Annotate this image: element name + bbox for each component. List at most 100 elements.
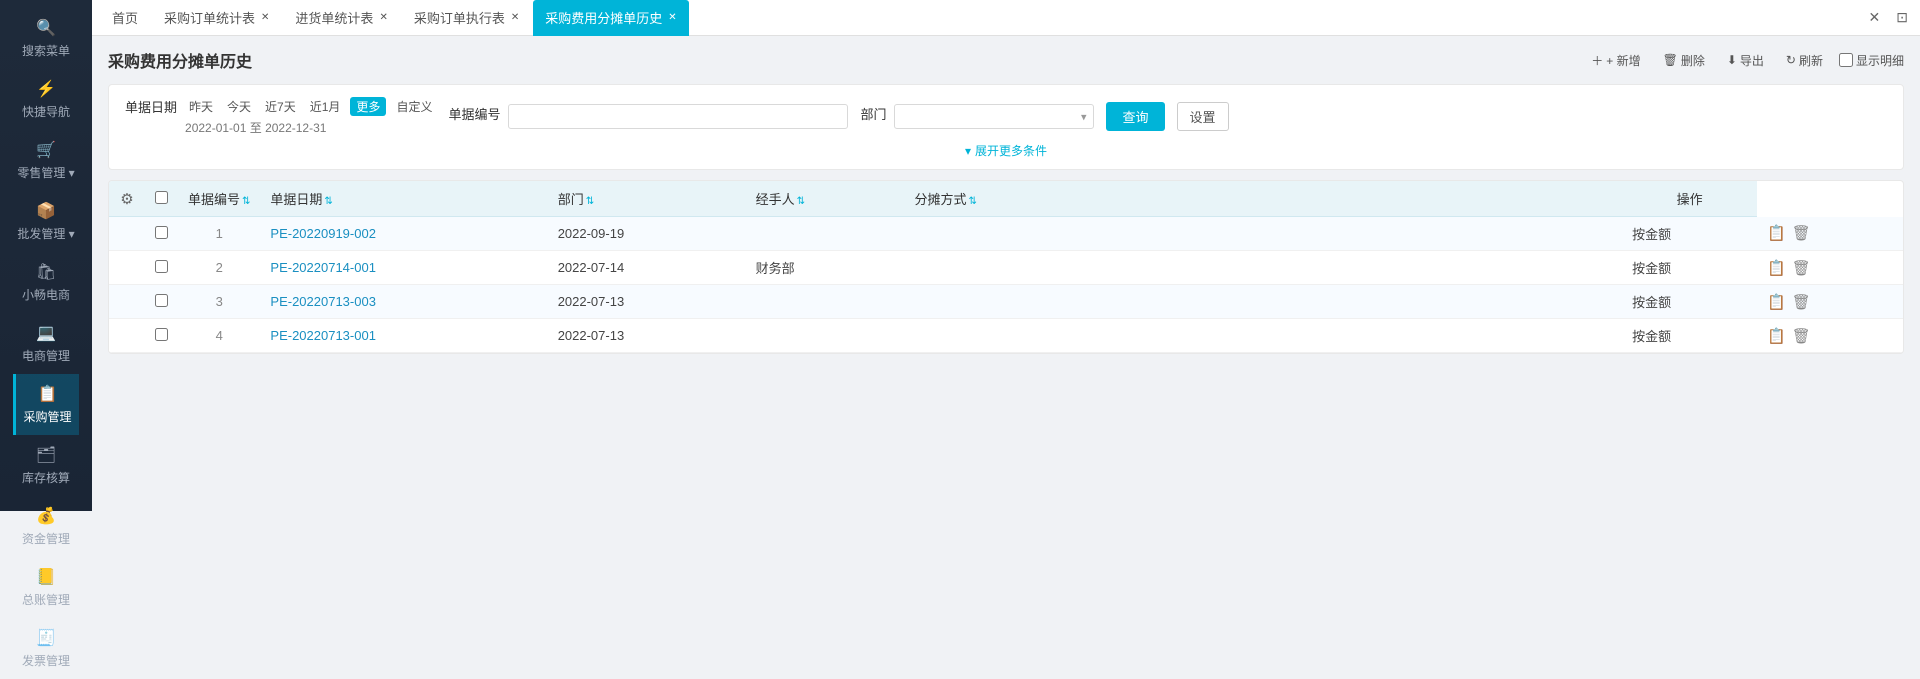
date-filter-group: 单据日期 昨天 今天 近7天 近1月 更多 自定义 2022-01-01 至 2… [125, 97, 436, 136]
row-actions-2: 📋 🗑 [1757, 285, 1903, 319]
tab-close-purchase-cost-split[interactable]: ✕ [668, 12, 676, 23]
row-checkbox-0 [145, 217, 178, 251]
tab-label-purchase-cost-split: 采购费用分摊单历史 [545, 8, 662, 27]
sidebar-item-wholesale-mgmt[interactable]: 📦批发管理 ▾ [13, 191, 78, 252]
delete-button[interactable]: 🗑 删除 [1657, 49, 1711, 72]
row-actions-0: 📋 🗑 [1757, 217, 1903, 251]
sidebar-item-capital-mgmt[interactable]: 💰资金管理 [13, 496, 78, 557]
col-doc-date-header: 单据日期⇅ [260, 181, 547, 217]
sidebar-item-purchase-mgmt[interactable]: 📋采购管理 [13, 374, 78, 435]
more-shortcut[interactable]: 更多 [350, 97, 386, 116]
row-delete-icon-2[interactable]: 🗑 [1792, 293, 1811, 311]
today-shortcut[interactable]: 今天 [223, 97, 255, 116]
custom-shortcut[interactable]: 自定义 [392, 97, 436, 116]
tab-close-purchase-order-exec[interactable]: ✕ [511, 12, 519, 23]
table-row: 4 PE-20220713-001 2022-07-13 按金额 📋 🗑 [109, 319, 1903, 353]
show-col-checkbox[interactable] [1839, 53, 1853, 67]
tab-close-goods-in-stat[interactable]: ✕ [379, 12, 387, 23]
sidebar-item-label: 发票管理 [22, 652, 70, 669]
sidebar-item-quick-nav[interactable]: ⚡快捷导航 [13, 69, 78, 130]
row-edit-icon-1[interactable]: 📋 [1767, 259, 1786, 277]
last1m-shortcut[interactable]: 近1月 [306, 97, 345, 116]
row-delete-icon-0[interactable]: 🗑 [1792, 224, 1811, 242]
close-window-button[interactable]: ✕ [1865, 7, 1885, 28]
general-ledger-icon: 📒 [36, 567, 56, 587]
refresh-button[interactable]: ↻ 刷新 [1780, 49, 1829, 72]
row-check-0[interactable] [155, 226, 168, 239]
dept-select-wrap [894, 104, 1094, 129]
sort-icon-handler[interactable]: ⇅ [797, 196, 805, 207]
doc-no-link-3[interactable]: PE-20220713-001 [270, 328, 376, 343]
setting-button[interactable]: 设置 [1177, 102, 1229, 131]
export-button[interactable]: ⬇ 导出 [1721, 49, 1770, 72]
sort-icon-doc-date[interactable]: ⇅ [324, 196, 332, 207]
row-edit-icon-0[interactable]: 📋 [1767, 224, 1786, 242]
sidebar-item-search-menu[interactable]: 🔍搜索菜单 [13, 8, 78, 69]
doc-no-filter-group: 单据编号 [448, 104, 848, 129]
row-doc-date-2: 2022-07-13 [548, 285, 746, 319]
tab-purchase-order-exec[interactable]: 采购订单执行表✕ [402, 0, 531, 36]
sort-icon-doc-no[interactable]: ⇅ [242, 196, 250, 207]
sidebar-item-label: 搜索菜单 [22, 42, 70, 59]
row-settings-3 [109, 319, 145, 353]
data-table-wrap: ⚙ 单据编号⇅ 单据日期⇅ 部门⇅ 经手人⇅ 分摊方式⇅ 操作 1 PE-202… [108, 180, 1904, 354]
row-edit-icon-3[interactable]: 📋 [1767, 327, 1786, 345]
page-title: 采购费用分摊单历史 [108, 48, 252, 72]
sidebar-item-inventory[interactable]: 🗂 库存核算 [13, 435, 78, 496]
sidebar-item-label: 电商管理 [22, 347, 70, 364]
inventory-icon: 🗂 [36, 445, 56, 465]
tab-home[interactable]: 首页 [100, 0, 150, 36]
row-check-1[interactable] [155, 260, 168, 273]
row-edit-icon-2[interactable]: 📋 [1767, 293, 1786, 311]
sidebar-item-ecom-mgmt[interactable]: 💻 电商管理 [13, 313, 78, 374]
sidebar-item-invoice-mgmt[interactable]: 🧾发票管理 [13, 618, 78, 679]
main-content: 首页采购订单统计表✕进货单统计表✕采购订单执行表✕采购费用分摊单历史✕ ✕ ⊡ … [92, 0, 1920, 511]
sidebar-item-label: 采购管理 [23, 408, 71, 425]
content-area: 采购费用分摊单历史 ＋ + 新增 🗑 删除 ⬇ 导出 ↻ 刷新 [92, 36, 1920, 511]
col-split-method-header: 分摊方式⇅ [904, 181, 1622, 217]
sidebar-item-small-ecom[interactable]: 🛍小畅电商 [13, 252, 78, 313]
dept-select[interactable] [894, 104, 1094, 129]
export-icon: ⬇ [1727, 53, 1737, 67]
sidebar-item-general-ledger[interactable]: 📒总账管理 [13, 557, 78, 618]
tab-close-purchase-order-stat[interactable]: ✕ [261, 12, 269, 23]
dept-label: 部门 [860, 104, 886, 123]
add-button[interactable]: ＋ + 新增 [1585, 49, 1646, 72]
sidebar: 🔍搜索菜单⚡快捷导航🛒零售管理 ▾📦批发管理 ▾🛍小畅电商💻电商管理📋采购管理🗂… [0, 0, 92, 511]
row-delete-icon-3[interactable]: 🗑 [1792, 327, 1811, 345]
tab-purchase-order-stat[interactable]: 采购订单统计表✕ [152, 0, 281, 36]
row-checkbox-3 [145, 319, 178, 353]
sidebar-item-label: 库存核算 [22, 469, 70, 486]
row-settings-0 [109, 217, 145, 251]
ecom-mgmt-icon: 💻 [36, 323, 56, 343]
settings-icon[interactable]: ⚙ [120, 191, 133, 208]
row-delete-icon-1[interactable]: 🗑 [1792, 259, 1811, 277]
last7-shortcut[interactable]: 近7天 [261, 97, 300, 116]
yesterday-shortcut[interactable]: 昨天 [185, 97, 217, 116]
maximize-window-button[interactable]: ⊡ [1892, 7, 1912, 28]
row-split-method-0: 按金额 [1622, 217, 1757, 251]
doc-no-input[interactable] [508, 104, 848, 129]
doc-no-link-1[interactable]: PE-20220714-001 [270, 260, 376, 275]
row-check-2[interactable] [155, 294, 168, 307]
doc-no-link-2[interactable]: PE-20220713-003 [270, 294, 376, 309]
tab-label-home: 首页 [112, 8, 138, 27]
row-handler-0 [904, 217, 1622, 251]
row-num-0: 1 [178, 217, 260, 251]
query-button[interactable]: 查询 [1106, 102, 1164, 131]
sort-icon-split-method[interactable]: ⇅ [968, 196, 976, 207]
col-settings-header[interactable]: ⚙ [109, 181, 145, 217]
tab-goods-in-stat[interactable]: 进货单统计表✕ [283, 0, 399, 36]
data-table: ⚙ 单据编号⇅ 单据日期⇅ 部门⇅ 经手人⇅ 分摊方式⇅ 操作 1 PE-202… [109, 181, 1903, 353]
tab-purchase-cost-split[interactable]: 采购费用分摊单历史 ✕ [533, 0, 688, 36]
sidebar-item-label: 零售管理 ▾ [17, 164, 74, 181]
row-num-3: 4 [178, 319, 260, 353]
row-doc-no-2: PE-20220713-003 [260, 285, 547, 319]
expand-conditions-button[interactable]: ▾ 展开更多条件 [965, 142, 1047, 159]
sort-icon-dept[interactable]: ⇅ [586, 196, 594, 207]
sidebar-item-retail-mgmt[interactable]: 🛒零售管理 ▾ [13, 130, 78, 191]
select-all-checkbox[interactable] [155, 191, 168, 204]
doc-no-link-0[interactable]: PE-20220919-002 [270, 226, 376, 241]
toolbar: ＋ + 新增 🗑 删除 ⬇ 导出 ↻ 刷新 显示明细 [1585, 49, 1904, 72]
row-check-3[interactable] [155, 328, 168, 341]
